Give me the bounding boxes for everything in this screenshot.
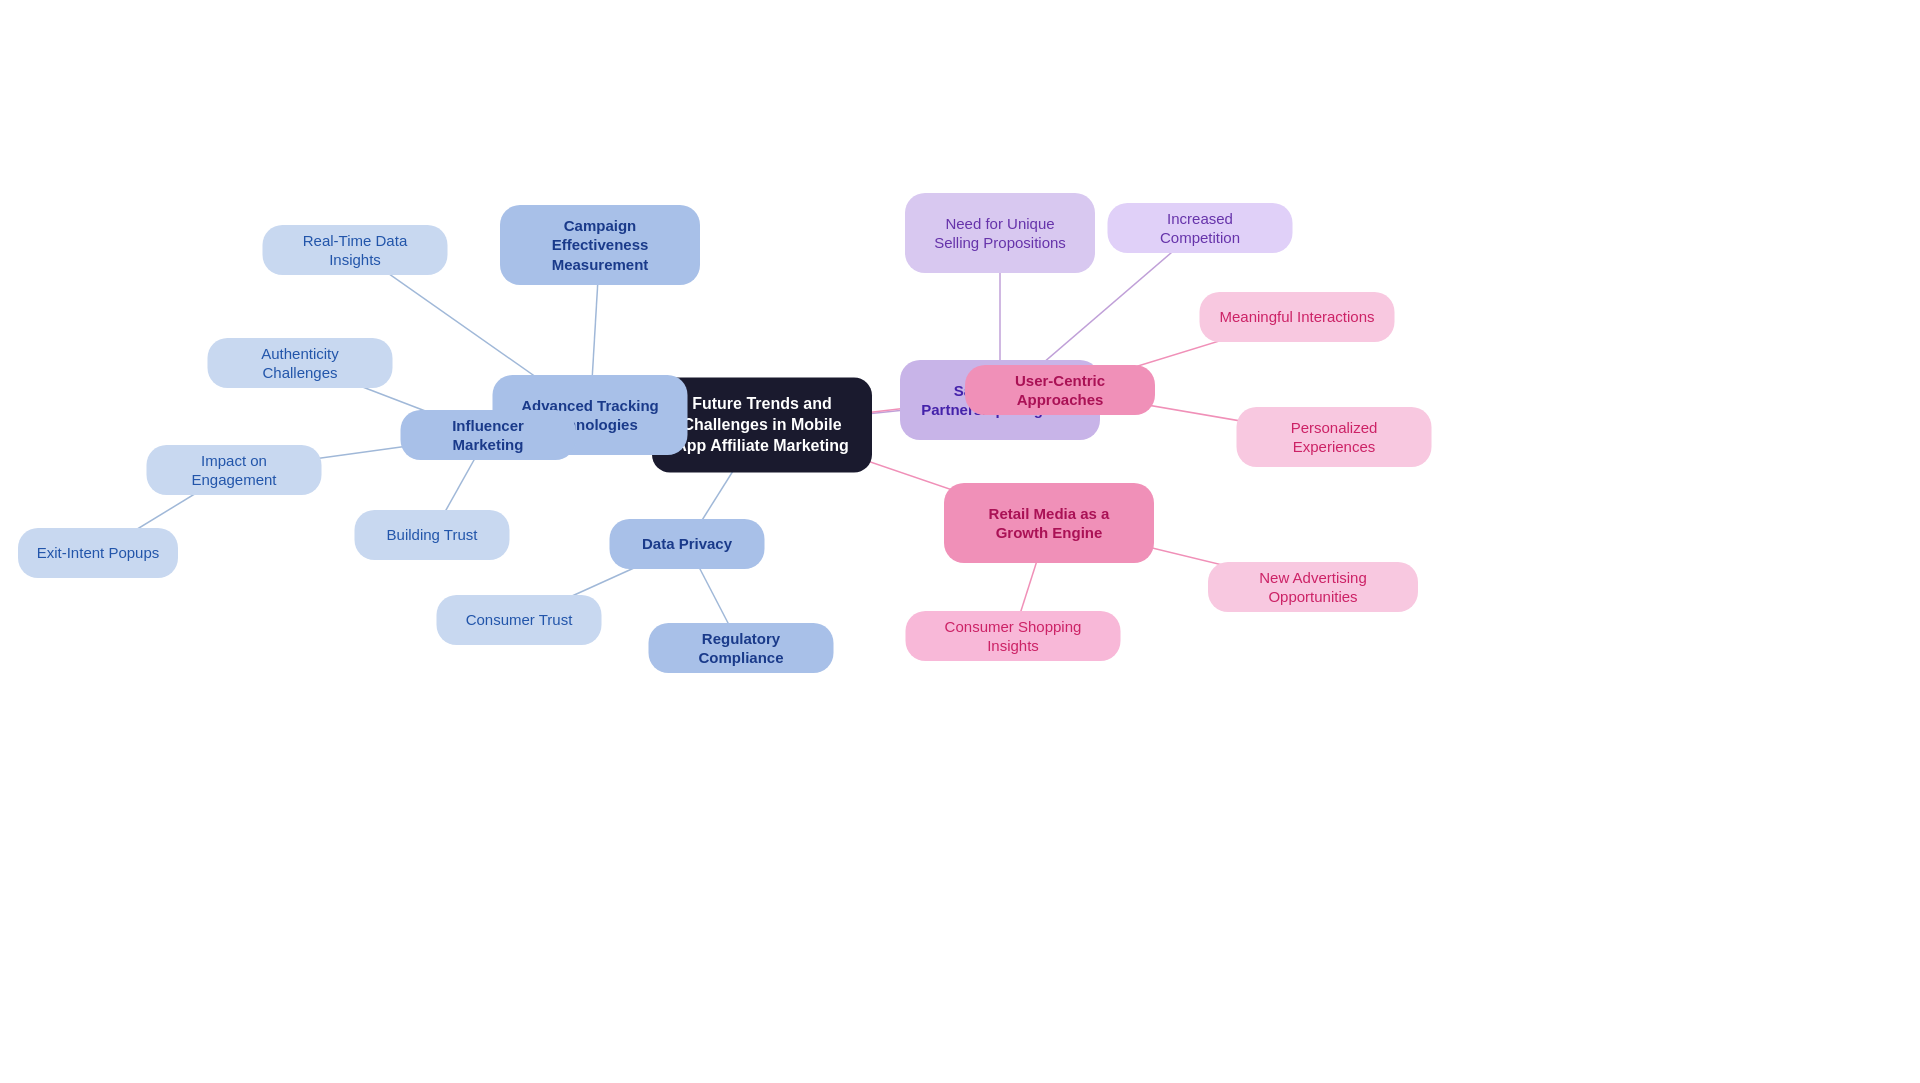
node-exit: Exit-Intent Popups <box>18 528 178 578</box>
node-newadv: New Advertising Opportunities <box>1208 562 1418 612</box>
node-consumershop: Consumer Shopping Insights <box>906 611 1121 661</box>
node-personalized: Personalized Experiences <box>1237 407 1432 467</box>
node-authenticity: Authenticity Challenges <box>208 338 393 388</box>
node-consumertrust: Consumer Trust <box>437 595 602 645</box>
mind-map-container: Future Trends and Challenges in Mobile A… <box>0 0 1920 1083</box>
node-uniqueselling: Need for Unique Selling Propositions <box>905 193 1095 273</box>
node-building: Building Trust <box>355 510 510 560</box>
node-regulatory: Regulatory Compliance <box>649 623 834 673</box>
node-increased: Increased Competition <box>1108 203 1293 253</box>
node-impact: Impact on Engagement <box>147 445 322 495</box>
node-realtime: Real-Time Data Insights <box>263 225 448 275</box>
node-campaign: Campaign Effectiveness Measurement <box>500 205 700 285</box>
node-usercentric: User-Centric Approaches <box>965 365 1155 415</box>
node-retailmedia: Retail Media as a Growth Engine <box>944 483 1154 563</box>
node-meaningful: Meaningful Interactions <box>1200 292 1395 342</box>
node-dataprivacy: Data Privacy <box>610 519 765 569</box>
node-influencer: Influencer Marketing <box>401 410 576 460</box>
